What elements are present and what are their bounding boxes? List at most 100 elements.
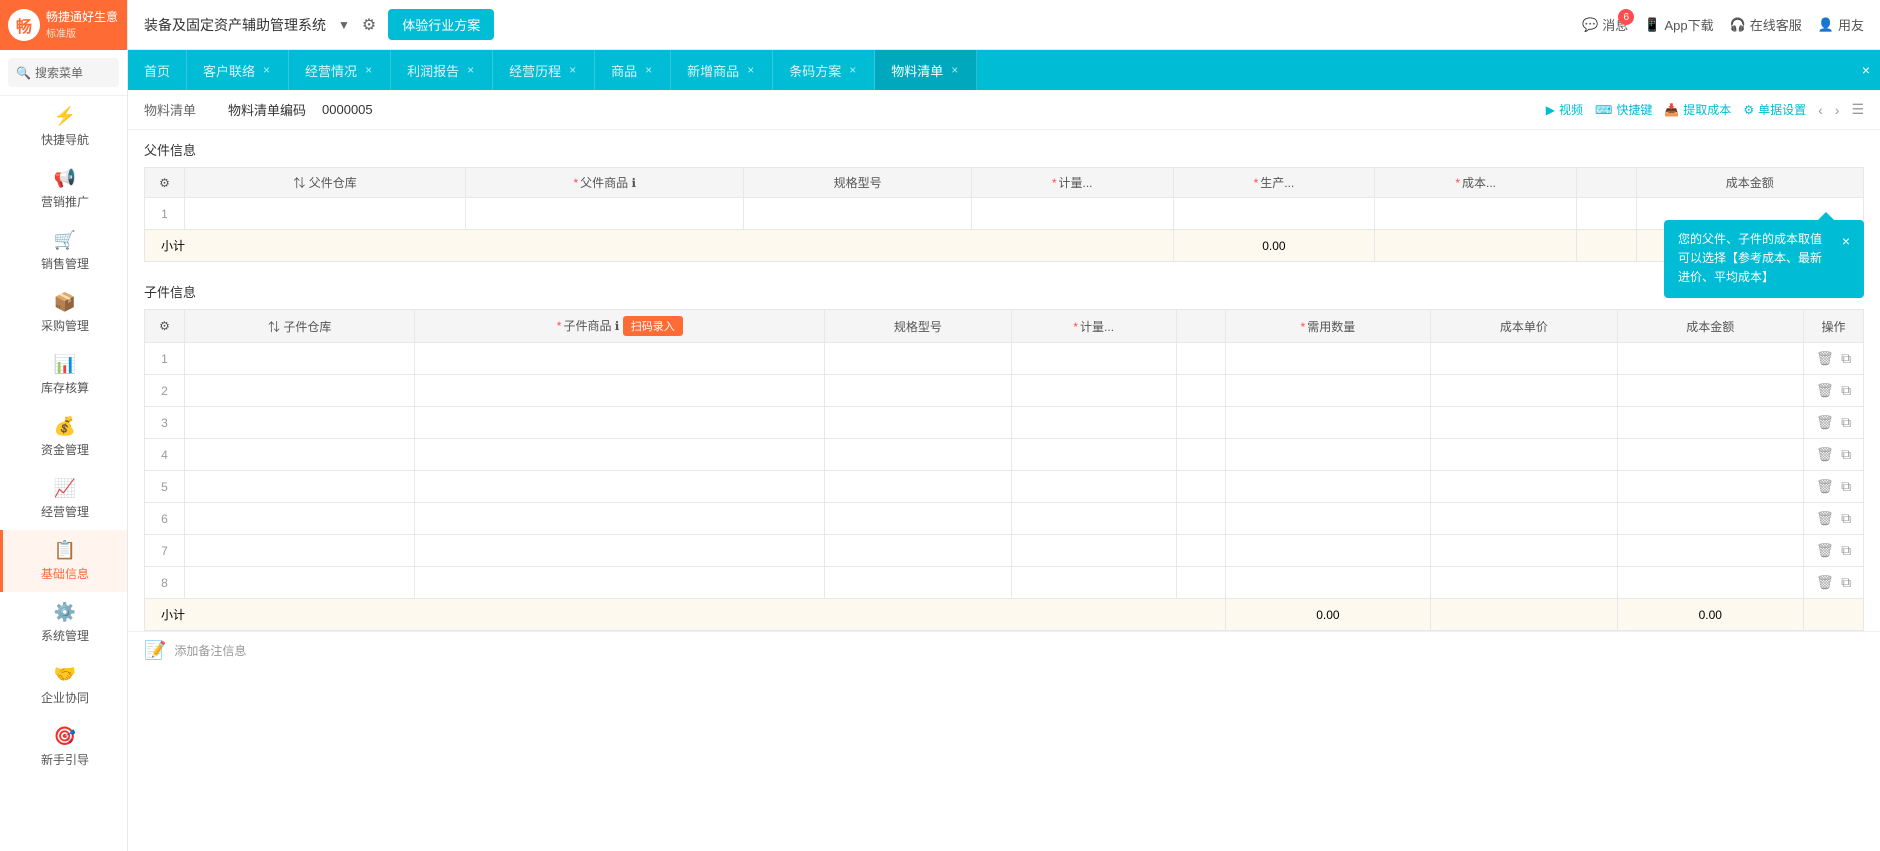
online-service-button[interactable]: 🎧 在线客服 xyxy=(1730,15,1802,34)
copy-icon-8[interactable]: ⧉ xyxy=(1841,574,1851,590)
child-row-spec-3[interactable] xyxy=(825,407,1011,439)
search-menu-button[interactable]: 🔍 搜索菜单 xyxy=(8,58,119,87)
sidebar-item-enterprise[interactable]: 🤝 企业协同 xyxy=(0,654,127,716)
child-row-spec-6[interactable] xyxy=(825,503,1011,535)
child-row-unit-cost-2[interactable] xyxy=(1431,375,1617,407)
sidebar-item-newbie[interactable]: 🎯 新手引导 xyxy=(0,716,127,778)
nav-prev-button[interactable]: ‹ xyxy=(1818,102,1823,118)
child-row-warehouse-6[interactable] xyxy=(185,503,415,535)
delete-icon-6[interactable]: 🗑 xyxy=(1816,510,1834,526)
shortcut-button[interactable]: ⌨ 快捷键 xyxy=(1595,101,1652,118)
parent-row-product[interactable] xyxy=(466,198,744,230)
settings-gear-button[interactable]: ⚙ xyxy=(362,15,376,35)
child-row-warehouse-5[interactable] xyxy=(185,471,415,503)
child-row-spec-7[interactable] xyxy=(825,535,1011,567)
child-row-quantity-5[interactable] xyxy=(1225,471,1431,503)
child-row-quantity-7[interactable] xyxy=(1225,535,1431,567)
delete-icon-3[interactable]: 🗑 xyxy=(1816,414,1834,430)
tab-history-close[interactable]: × xyxy=(567,63,578,77)
sidebar-item-quick-nav[interactable]: ⚡ 快捷导航 xyxy=(0,96,127,158)
tab-goods-close[interactable]: × xyxy=(643,63,654,77)
child-row-warehouse-4[interactable] xyxy=(185,439,415,471)
parent-row-produce[interactable] xyxy=(1173,198,1375,230)
copy-icon-4[interactable]: ⧉ xyxy=(1841,446,1851,462)
child-row-unit-cost-1[interactable] xyxy=(1431,343,1617,375)
tab-barcode[interactable]: 条码方案 × xyxy=(773,50,875,90)
delete-icon-7[interactable]: 🗑 xyxy=(1816,542,1834,558)
child-row-unit-8[interactable] xyxy=(1011,567,1176,599)
parent-row-unit[interactable] xyxy=(971,198,1173,230)
sidebar-item-inventory[interactable]: 📊 库存核算 xyxy=(0,344,127,406)
child-row-quantity-3[interactable] xyxy=(1225,407,1431,439)
copy-icon-6[interactable]: ⧉ xyxy=(1841,510,1851,526)
child-row-unit-cost-3[interactable] xyxy=(1431,407,1617,439)
delete-icon-4[interactable]: 🗑 xyxy=(1816,446,1834,462)
tab-customers[interactable]: 客户联络 × xyxy=(187,50,289,90)
sidebar-item-purchase[interactable]: 📦 采购管理 xyxy=(0,282,127,344)
note-placeholder[interactable]: 添加备注信息 xyxy=(174,642,246,659)
scan-input-button[interactable]: 扫码录入 xyxy=(623,316,683,336)
child-row-warehouse-8[interactable] xyxy=(185,567,415,599)
tab-operations-close[interactable]: × xyxy=(363,63,374,77)
child-row-unit-4[interactable] xyxy=(1011,439,1176,471)
extract-cost-button[interactable]: 📥 提取成本 xyxy=(1664,101,1731,118)
breadcrumb-bom-list[interactable]: 物料清单 xyxy=(144,100,196,119)
sidebar-item-marketing[interactable]: 📢 营销推广 xyxy=(0,158,127,220)
copy-icon-3[interactable]: ⧉ xyxy=(1841,414,1851,430)
child-row-spec-1[interactable] xyxy=(825,343,1011,375)
child-row-warehouse-1[interactable] xyxy=(185,343,415,375)
copy-icon-5[interactable]: ⧉ xyxy=(1841,478,1851,494)
copy-icon-2[interactable]: ⧉ xyxy=(1841,382,1851,398)
delete-icon-8[interactable]: 🗑 xyxy=(1816,574,1834,590)
child-row-product-1[interactable] xyxy=(415,343,825,375)
nav-next-button[interactable]: › xyxy=(1835,102,1840,118)
child-row-unit-6[interactable] xyxy=(1011,503,1176,535)
tab-bom-close[interactable]: × xyxy=(949,63,960,77)
sidebar-item-system[interactable]: ⚙️ 系统管理 xyxy=(0,592,127,654)
tab-profit-close[interactable]: × xyxy=(465,63,476,77)
child-row-quantity-6[interactable] xyxy=(1225,503,1431,535)
child-row-unit-cost-4[interactable] xyxy=(1431,439,1617,471)
message-button[interactable]: 💬 消息 6 xyxy=(1582,15,1628,34)
child-row-unit-cost-8[interactable] xyxy=(1431,567,1617,599)
child-row-quantity-1[interactable] xyxy=(1225,343,1431,375)
child-row-warehouse-3[interactable] xyxy=(185,407,415,439)
child-row-unit-7[interactable] xyxy=(1011,535,1176,567)
tab-goods[interactable]: 商品 × xyxy=(595,50,671,90)
child-row-product-6[interactable] xyxy=(415,503,825,535)
child-row-product-4[interactable] xyxy=(415,439,825,471)
view-video-button[interactable]: ▶ 视频 xyxy=(1546,101,1583,118)
tab-history[interactable]: 经营历程 × xyxy=(493,50,595,90)
tab-customers-close[interactable]: × xyxy=(261,63,272,77)
child-row-product-8[interactable] xyxy=(415,567,825,599)
parent-row-warehouse[interactable] xyxy=(185,198,466,230)
user-menu-button[interactable]: 👤 用友 xyxy=(1818,15,1864,34)
child-row-unit-1[interactable] xyxy=(1011,343,1176,375)
child-row-quantity-4[interactable] xyxy=(1225,439,1431,471)
tab-home[interactable]: 首页 xyxy=(128,50,187,90)
grid-view-button[interactable]: ☰ xyxy=(1851,101,1864,118)
single-settings-button[interactable]: ⚙ 单据设置 xyxy=(1743,101,1806,118)
sidebar-item-basic-info[interactable]: 📋 基础信息 xyxy=(0,530,127,592)
close-all-tabs-button[interactable]: × xyxy=(1852,62,1880,78)
child-row-unit-cost-7[interactable] xyxy=(1431,535,1617,567)
sidebar-item-finance[interactable]: 💰 资金管理 xyxy=(0,406,127,468)
sidebar-item-sales[interactable]: 🛒 销售管理 xyxy=(0,220,127,282)
child-row-product-5[interactable] xyxy=(415,471,825,503)
delete-icon-1[interactable]: 🗑 xyxy=(1816,350,1834,366)
child-row-spec-8[interactable] xyxy=(825,567,1011,599)
tab-new-goods-close[interactable]: × xyxy=(745,63,756,77)
delete-icon-5[interactable]: 🗑 xyxy=(1816,478,1834,494)
child-row-unit-cost-5[interactable] xyxy=(1431,471,1617,503)
sidebar-item-operations[interactable]: 📈 经营管理 xyxy=(0,468,127,530)
system-dropdown-button[interactable]: ▼ xyxy=(338,18,350,32)
child-row-spec-2[interactable] xyxy=(825,375,1011,407)
child-row-warehouse-2[interactable] xyxy=(185,375,415,407)
child-row-quantity-8[interactable] xyxy=(1225,567,1431,599)
child-row-product-7[interactable] xyxy=(415,535,825,567)
child-row-warehouse-7[interactable] xyxy=(185,535,415,567)
delete-icon-2[interactable]: 🗑 xyxy=(1816,382,1834,398)
parent-row-cost[interactable] xyxy=(1375,198,1577,230)
parent-row-spec[interactable] xyxy=(744,198,971,230)
copy-icon-1[interactable]: ⧉ xyxy=(1841,350,1851,366)
